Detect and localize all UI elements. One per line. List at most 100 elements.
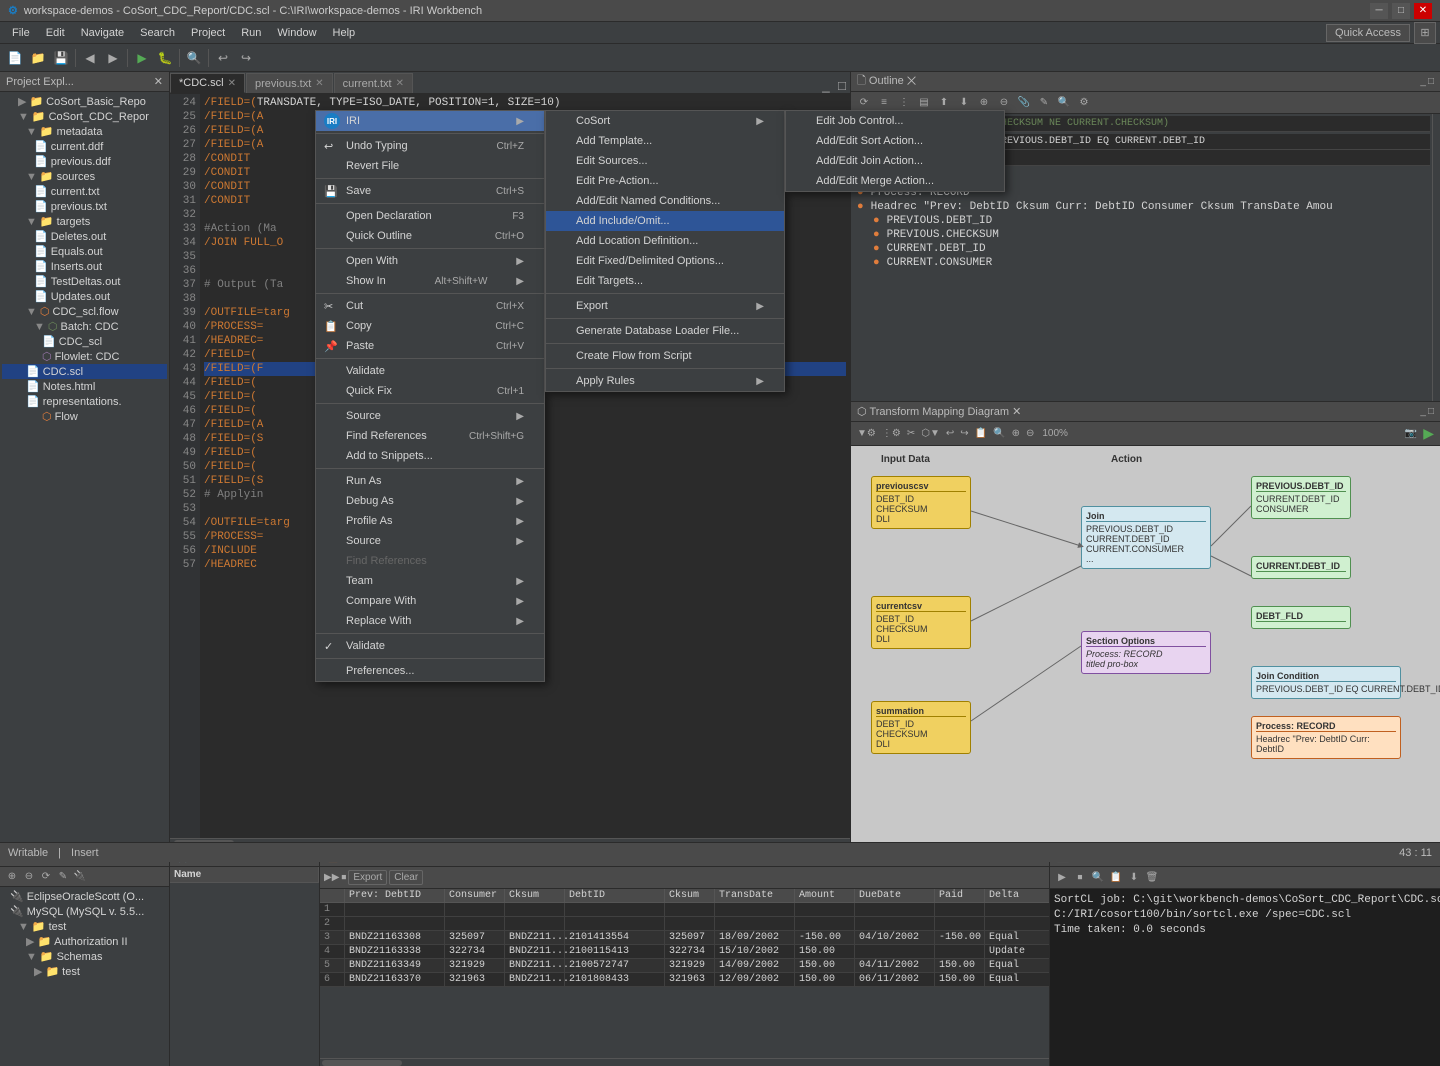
new-button[interactable]: 📄: [4, 47, 26, 69]
tree-item-updates[interactable]: 📄 Updates.out: [2, 289, 167, 304]
search-toolbar-button[interactable]: 🔍: [183, 47, 205, 69]
context-item-replace[interactable]: Replace With ▶: [316, 611, 544, 631]
transform-max[interactable]: □: [1428, 406, 1434, 417]
tree-item-testdeltas[interactable]: 📄 TestDeltas.out: [2, 274, 167, 289]
iri-sub-db-loader[interactable]: Generate Database Loader File...: [546, 321, 784, 341]
context-item-revert[interactable]: Revert File: [316, 156, 544, 176]
output-block-2[interactable]: CURRENT.DEBT_ID: [1251, 556, 1351, 579]
iri-sub-targets[interactable]: Edit Targets...: [546, 271, 784, 291]
outline-btn-1[interactable]: ⟳: [855, 94, 873, 112]
outline-btn-4[interactable]: ▤: [915, 94, 933, 112]
join-condition-block[interactable]: Join Condition PREVIOUS.DEBT_ID EQ CURRE…: [1251, 666, 1401, 699]
transform-canvas[interactable]: Input Data Action previouscsv DEBT_ID CH…: [851, 446, 1440, 846]
outline-item-prev-debt[interactable]: ● PREVIOUS.DEBT_ID: [853, 214, 1430, 228]
transform-btn-8[interactable]: 🔍: [991, 426, 1007, 441]
output-block-3[interactable]: DEBT_FLD: [1251, 606, 1351, 629]
iri-sub-cosort[interactable]: CoSort ▶: [546, 111, 784, 131]
ds-item-test-schema[interactable]: ▶ 📁 test: [2, 964, 167, 979]
transform-btn-5[interactable]: ↩: [944, 426, 956, 441]
tab-close-prev[interactable]: ✕: [315, 78, 323, 89]
close-button[interactable]: ✕: [1414, 3, 1432, 19]
tree-item-batch-cdc[interactable]: ▼ ⬡ Batch: CDC: [2, 319, 167, 334]
context-item-compare[interactable]: Compare With ▶: [316, 591, 544, 611]
table-row-3[interactable]: 3 BNDZ21163308 325097 BNDZ211... 2101413…: [320, 931, 1049, 945]
context-item-find-refs-2[interactable]: Find References: [316, 551, 544, 571]
td-scrollbar-h[interactable]: [320, 1058, 1049, 1066]
transform-zoom-out[interactable]: ⊖: [1024, 426, 1036, 441]
context-item-save[interactable]: 💾 Save Ctrl+S: [316, 181, 544, 201]
console-btn-4[interactable]: 📋: [1108, 870, 1124, 886]
iri-sub-export[interactable]: Export ▶: [546, 296, 784, 316]
ds-item-eclipse[interactable]: 🔌 EclipseOracleScott (O...: [2, 889, 167, 904]
tree-item-previous-txt[interactable]: 📄 previous.txt: [2, 199, 167, 214]
tree-item-cdc-scl[interactable]: 📄 CDC_scl: [2, 334, 167, 349]
tree-item-previous-ddf[interactable]: 📄 previous.ddf: [2, 154, 167, 169]
ds-btn-4[interactable]: ✎: [55, 869, 71, 885]
tab-previous-txt[interactable]: previous.txt ✕: [246, 73, 333, 93]
context-item-quick-outline[interactable]: Quick Outline Ctrl+O: [316, 226, 544, 246]
iri-sub-template[interactable]: Add Template...: [546, 131, 784, 151]
outline-min[interactable]: _: [1420, 76, 1426, 87]
previous-block[interactable]: previouscsv DEBT_ID CHECKSUM DLI: [871, 476, 971, 529]
ds-item-mysql[interactable]: 🔌 MySQL (MySQL v. 5.5...: [2, 904, 167, 919]
play-btn[interactable]: ▶: [1421, 423, 1436, 444]
perspective-button[interactable]: ⊞: [1414, 22, 1436, 44]
context-item-debug-as[interactable]: Debug As ▶: [316, 491, 544, 511]
outline-btn-11[interactable]: 🔍: [1055, 94, 1073, 112]
table-row-1[interactable]: 1: [320, 903, 1049, 917]
outline-item-prev-checksum[interactable]: ● PREVIOUS.CHECKSUM: [853, 228, 1430, 242]
transform-btn-4[interactable]: ⬡▼: [919, 426, 942, 441]
tree-item-flowlet-cdc[interactable]: ⬡ Flowlet: CDC: [2, 349, 167, 364]
iri-sub-location[interactable]: Add Location Definition...: [546, 231, 784, 251]
table-row-6[interactable]: 6 BNDZ21163370 321963 BNDZ211... 2101808…: [320, 973, 1049, 987]
context-item-prefs[interactable]: Preferences...: [316, 661, 544, 681]
td-btn-clear[interactable]: Clear: [389, 870, 423, 885]
transform-zoom-in[interactable]: ⊕: [1010, 426, 1022, 441]
iri-sub-include-omit[interactable]: Add Include/Omit...: [546, 211, 784, 231]
tab-close-cdc[interactable]: ✕: [228, 78, 236, 89]
outline-item-curr-consumer[interactable]: ● CURRENT.CONSUMER: [853, 256, 1430, 270]
cosort-job-control[interactable]: Edit Job Control...: [786, 111, 1004, 131]
menu-search[interactable]: Search: [132, 25, 183, 41]
outline-btn-6[interactable]: ⬇: [955, 94, 973, 112]
iri-sub-apply-rules[interactable]: Apply Rules ▶: [546, 371, 784, 391]
tree-item-metadata[interactable]: ▼ 📁 metadata: [2, 124, 167, 139]
context-item-quick-fix[interactable]: Quick Fix Ctrl+1: [316, 381, 544, 401]
console-btn-6[interactable]: 🗑: [1144, 870, 1160, 886]
context-item-paste[interactable]: 📌 Paste Ctrl+V: [316, 336, 544, 356]
save-button[interactable]: 💾: [50, 47, 72, 69]
close-explorer-icon[interactable]: ✕: [154, 75, 163, 88]
iri-sub-pre-action[interactable]: Edit Pre-Action...: [546, 171, 784, 191]
outline-btn-9[interactable]: 📎: [1015, 94, 1033, 112]
cosort-join-action[interactable]: Add/Edit Join Action...: [786, 151, 1004, 171]
outline-btn-10[interactable]: ✎: [1035, 94, 1053, 112]
console-btn-1[interactable]: ▶: [1054, 870, 1070, 886]
tree-item-cdc-scl-file[interactable]: 📄 CDC.scl: [2, 364, 167, 379]
menu-help[interactable]: Help: [325, 25, 364, 41]
tree-item-cosort-cdc[interactable]: ▼ 📁 CoSort_CDC_Repor: [2, 109, 167, 124]
td-btn-2[interactable]: ⏹: [341, 872, 346, 883]
context-item-source-2[interactable]: Source ▶: [316, 531, 544, 551]
context-item-snippets[interactable]: Add to Snippets...: [316, 446, 544, 466]
tree-item-cosort-basic[interactable]: ▶ 📁 CoSort_Basic_Repo: [2, 94, 167, 109]
ds-btn-2[interactable]: ⊖: [21, 869, 37, 885]
cosort-sort-action[interactable]: Add/Edit Sort Action...: [786, 131, 1004, 151]
outline-btn-5[interactable]: ⬆: [935, 94, 953, 112]
context-item-validate-1[interactable]: Validate: [316, 361, 544, 381]
tree-item-notes[interactable]: 📄 Notes.html: [2, 379, 167, 394]
menu-navigate[interactable]: Navigate: [73, 25, 132, 41]
forward-button[interactable]: ▶: [102, 47, 124, 69]
cosort-merge-action[interactable]: Add/Edit Merge Action...: [786, 171, 1004, 191]
menu-window[interactable]: Window: [269, 25, 324, 41]
editor-max-button[interactable]: □: [834, 77, 850, 93]
td-btn-1[interactable]: ▶▶: [324, 872, 339, 883]
outline-item-curr-debt[interactable]: ● CURRENT.DEBT_ID: [853, 242, 1430, 256]
iri-sub-create-flow[interactable]: Create Flow from Script: [546, 346, 784, 366]
context-item-find-refs-1[interactable]: Find References Ctrl+Shift+G: [316, 426, 544, 446]
outline-btn-3[interactable]: ⋮: [895, 94, 913, 112]
menu-file[interactable]: File: [4, 25, 38, 41]
run-button[interactable]: ▶: [131, 47, 153, 69]
transform-btn-1[interactable]: ▼⚙: [855, 426, 878, 441]
tree-item-representations[interactable]: 📄 representations.: [2, 394, 167, 409]
transform-min[interactable]: _: [1420, 406, 1426, 417]
